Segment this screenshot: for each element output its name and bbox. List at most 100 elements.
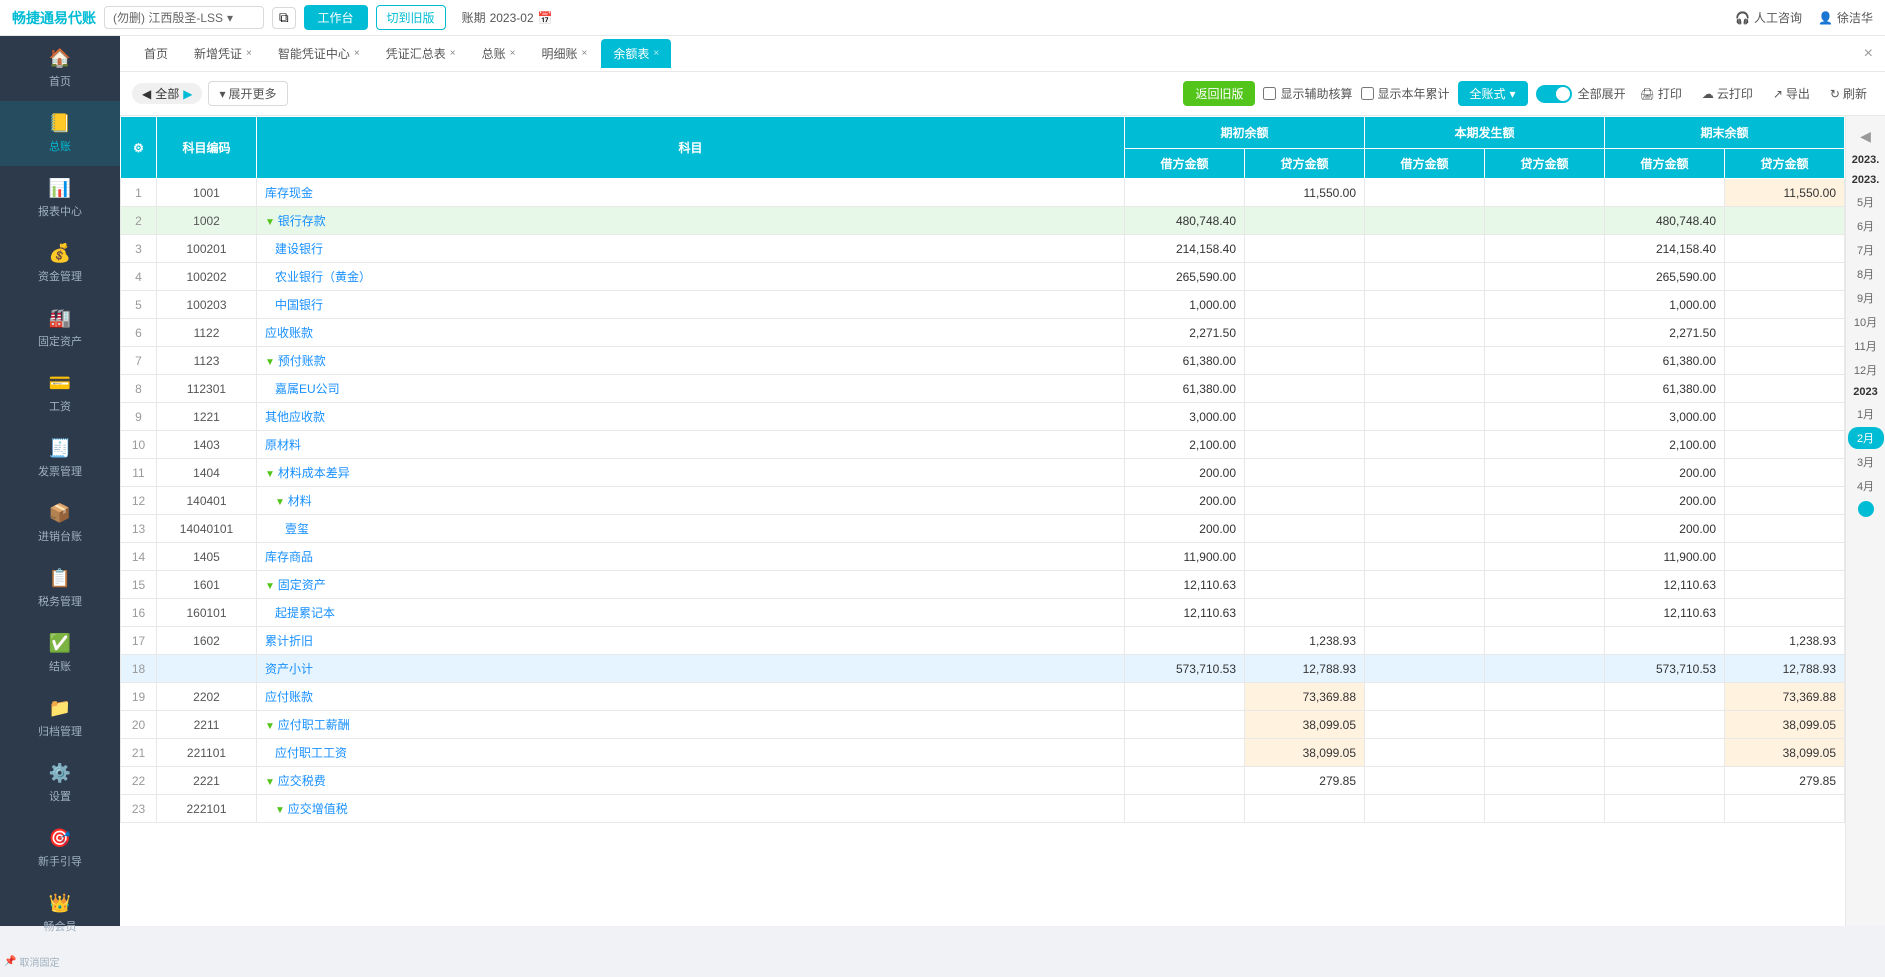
company-selector[interactable]: (勿删) 江西殷圣-LSS ▾ [104, 6, 264, 29]
return-old-btn[interactable]: 返回旧版 [1183, 81, 1255, 106]
tab-home[interactable]: 首页 [132, 39, 180, 68]
row-name[interactable]: 应付账款 [257, 683, 1125, 711]
month-dec[interactable]: 12月 [1848, 359, 1884, 381]
expand-more-btn[interactable]: ▾ 展开更多 [208, 81, 287, 106]
row-name[interactable]: 应付职工工资 [257, 739, 1125, 767]
row-name[interactable]: 起提累记本 [257, 599, 1125, 627]
full-style-btn[interactable]: 全账式 ▾ [1458, 81, 1528, 106]
sidebar-item-member[interactable]: 👑 畅会员 [0, 881, 120, 946]
sidebar-item-settle[interactable]: ✅ 结账 [0, 621, 120, 686]
row-name[interactable]: 农业银行（黄金） [257, 263, 1125, 291]
current-credit [1485, 683, 1605, 711]
sidebar-item-salary[interactable]: 💳 工资 [0, 361, 120, 426]
workbench-button[interactable]: 工作台 [304, 5, 368, 30]
row-name[interactable]: 中国银行 [257, 291, 1125, 319]
row-code: 1601 [157, 571, 257, 599]
row-name[interactable]: ▼ 应付职工薪酬 [257, 711, 1125, 739]
row-name[interactable]: 累计折旧 [257, 627, 1125, 655]
row-name[interactable]: ▼ 预付账款 [257, 347, 1125, 375]
opening-credit [1245, 515, 1365, 543]
sidebar-item-purchase[interactable]: 📦 进销台账 [0, 491, 120, 556]
gear-header[interactable]: ⚙ [121, 117, 157, 179]
row-name[interactable]: 嘉属EU公司 [257, 375, 1125, 403]
month-apr[interactable]: 4月 [1848, 475, 1884, 497]
current-debit [1365, 347, 1485, 375]
export-btn[interactable]: ↗ 导出 [1767, 83, 1816, 104]
opening-credit [1245, 599, 1365, 627]
month-jul[interactable]: 7月 [1848, 239, 1884, 261]
row-name[interactable]: ▼ 银行存款 [257, 207, 1125, 235]
current-debit [1365, 627, 1485, 655]
current-credit [1485, 515, 1605, 543]
month-feb[interactable]: 2月 [1848, 427, 1884, 449]
tab-voucher-summary-close[interactable]: × [450, 48, 456, 59]
toggle-switch[interactable] [1536, 85, 1572, 103]
row-name[interactable]: 应收账款 [257, 319, 1125, 347]
sidebar-item-settings[interactable]: ⚙️ 设置 [0, 751, 120, 816]
sidebar-item-new-guide[interactable]: 🎯 新手引导 [0, 816, 120, 881]
tab-bar-close-btn[interactable]: × [1864, 45, 1873, 63]
row-name[interactable]: ▼ 材料 [257, 487, 1125, 515]
tab-balance-sheet[interactable]: 余额表 × [601, 39, 671, 68]
print-btn[interactable]: 🖨 打印 [1634, 83, 1688, 104]
opening-debit: 12,110.63 [1125, 571, 1245, 599]
tab-bar: 首页 新增凭证 × 智能凭证中心 × 凭证汇总表 × 总账 × 明细账 × [120, 36, 1885, 72]
tab-smart-verify-close[interactable]: × [354, 48, 360, 59]
row-name[interactable]: 其他应收款 [257, 403, 1125, 431]
old-version-button[interactable]: 切到旧版 [376, 5, 446, 30]
tab-general-ledger[interactable]: 总账 × [470, 39, 528, 68]
user-info[interactable]: 👤 徐洁华 [1818, 9, 1873, 26]
month-jun[interactable]: 6月 [1848, 215, 1884, 237]
sidebar-item-archive[interactable]: 📁 归档管理 [0, 686, 120, 751]
ytd-checkbox-input[interactable] [1361, 87, 1374, 100]
month-nov[interactable]: 11月 [1848, 335, 1884, 357]
tab-detail-ledger-close[interactable]: × [581, 48, 587, 59]
copy-button[interactable]: ⧉ [272, 7, 296, 29]
row-name[interactable]: 建设银行 [257, 235, 1125, 263]
calendar-icon[interactable]: 📅 [538, 11, 553, 25]
sidebar-item-tax[interactable]: 📋 税务管理 [0, 556, 120, 621]
tab-general-ledger-close[interactable]: × [510, 48, 516, 59]
month-mar[interactable]: 3月 [1848, 451, 1884, 473]
filter-all-tag[interactable]: ◀ 全部 ▶ [132, 83, 202, 104]
month-jan[interactable]: 1月 [1848, 403, 1884, 425]
tab-new-voucher[interactable]: 新增凭证 × [182, 39, 264, 68]
sidebar-item-ledger[interactable]: 📒 总账 [0, 101, 120, 166]
row-name[interactable]: 库存商品 [257, 543, 1125, 571]
sidebar-item-unpin[interactable]: 📌 取消固定 [0, 946, 120, 977]
expand-all-toggle[interactable]: 全部展开 [1536, 85, 1626, 103]
consultant-link[interactable]: 🎧 人工咨询 [1735, 9, 1802, 26]
tab-balance-sheet-close[interactable]: × [653, 48, 659, 59]
month-aug[interactable]: 8月 [1848, 263, 1884, 285]
tab-smart-verify[interactable]: 智能凭证中心 × [266, 39, 372, 68]
row-name[interactable]: ▼ 应交增值税 [257, 795, 1125, 823]
sidebar-item-fixed-assets[interactable]: 🏭 固定资产 [0, 296, 120, 361]
cloud-print-btn[interactable]: ☁ 云打印 [1696, 83, 1759, 104]
reports-icon: 📊 [49, 178, 71, 199]
opening-debit: 200.00 [1125, 515, 1245, 543]
month-oct[interactable]: 10月 [1848, 311, 1884, 333]
month-sep[interactable]: 9月 [1848, 287, 1884, 309]
row-name[interactable]: ▼ 应交税费 [257, 767, 1125, 795]
current-credit [1485, 403, 1605, 431]
panel-expand-arrow[interactable]: ◀ [1856, 124, 1875, 149]
closing-credit: 38,099.05 [1725, 711, 1845, 739]
row-name[interactable]: ▼ 固定资产 [257, 571, 1125, 599]
tab-detail-ledger[interactable]: 明细账 × [529, 39, 599, 68]
row-name[interactable]: ▼ 材料成本差异 [257, 459, 1125, 487]
row-name[interactable]: 原材料 [257, 431, 1125, 459]
sidebar-item-assets-mgmt[interactable]: 💰 资金管理 [0, 231, 120, 296]
month-may[interactable]: 5月 [1848, 191, 1884, 213]
row-name[interactable]: 资产小计 [257, 655, 1125, 683]
tab-new-voucher-close[interactable]: × [246, 48, 252, 59]
tab-voucher-summary[interactable]: 凭证汇总表 × [374, 39, 468, 68]
row-name[interactable]: 库存现金 [257, 179, 1125, 207]
sidebar-item-reports[interactable]: 📊 报表中心 [0, 166, 120, 231]
aux-calc-checkbox-input[interactable] [1263, 87, 1276, 100]
refresh-btn[interactable]: ↻ 刷新 [1824, 83, 1873, 104]
row-name[interactable]: 壹玺 [257, 515, 1125, 543]
show-ytd-checkbox[interactable]: 显示本年累计 [1361, 85, 1450, 102]
sidebar-item-home[interactable]: 🏠 首页 [0, 36, 120, 101]
sidebar-item-invoice[interactable]: 🧾 发票管理 [0, 426, 120, 491]
show-aux-calc-checkbox[interactable]: 显示辅助核算 [1263, 85, 1352, 102]
